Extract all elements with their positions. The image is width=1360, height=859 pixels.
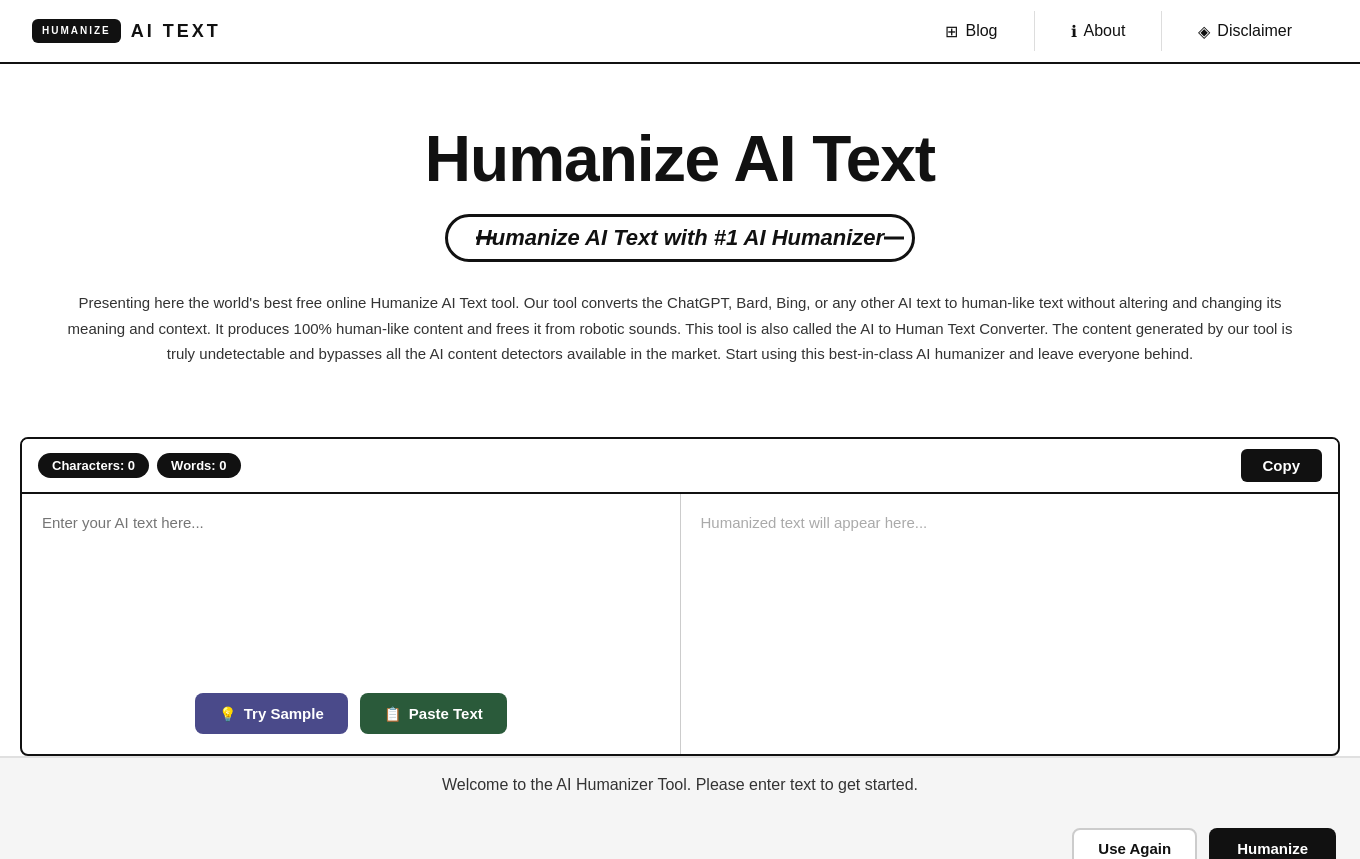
info-icon: [1071, 22, 1077, 41]
lightbulb-icon: [219, 705, 236, 722]
hero-subtitle: Humanize AI Text with #1 AI Humanizer: [476, 225, 884, 250]
tool-header: Characters: 0 Words: 0 Copy: [22, 439, 1338, 494]
tool-header-left: Characters: 0 Words: 0: [38, 453, 241, 478]
characters-badge: Characters: 0: [38, 453, 149, 478]
tool-left-actions: Try Sample Paste Text: [22, 681, 680, 754]
welcome-message: Welcome to the AI Humanizer Tool. Please…: [442, 776, 918, 793]
try-sample-button[interactable]: Try Sample: [195, 693, 348, 734]
logo-top-text: HUMANIZE: [42, 25, 111, 37]
tool-container: Characters: 0 Words: 0 Copy Try Sample P…: [20, 437, 1340, 756]
tool-columns: Try Sample Paste Text Humanized text wil…: [22, 494, 1338, 754]
nav-disclaimer-label: Disclaimer: [1217, 22, 1292, 40]
humanize-button[interactable]: Humanize: [1209, 828, 1336, 859]
nav-disclaimer[interactable]: Disclaimer: [1161, 11, 1328, 51]
clipboard-icon: [384, 705, 401, 722]
paste-text-label: Paste Text: [409, 705, 483, 722]
try-sample-label: Try Sample: [244, 705, 324, 722]
words-badge: Words: 0: [157, 453, 240, 478]
use-again-button[interactable]: Use Again: [1072, 828, 1197, 859]
bottom-bar: Use Again Humanize: [0, 812, 1360, 859]
tool-output-pane: Humanized text will appear here...: [681, 494, 1339, 754]
nav-blog-label: Blog: [965, 22, 997, 40]
welcome-bar: Welcome to the AI Humanizer Tool. Please…: [0, 756, 1360, 812]
hero-subtitle-wrapper: Humanize AI Text with #1 AI Humanizer: [445, 214, 915, 262]
grid-icon: [945, 22, 958, 41]
navbar: HUMANIZE AI TEXT Blog About Disclaimer: [0, 0, 1360, 64]
output-placeholder-text: Humanized text will appear here...: [681, 494, 1339, 551]
hero-section: Humanize AI Text Humanize AI Text with #…: [0, 64, 1360, 437]
nav-blog[interactable]: Blog: [909, 11, 1033, 51]
nav-about-label: About: [1084, 22, 1126, 40]
diamond-icon: [1198, 22, 1210, 41]
hero-title: Humanize AI Text: [20, 124, 1340, 194]
copy-button[interactable]: Copy: [1241, 449, 1323, 482]
nav-links: Blog About Disclaimer: [909, 11, 1328, 51]
ai-text-input[interactable]: [22, 494, 680, 681]
hero-description: Presenting here the world's best free on…: [40, 290, 1320, 367]
paste-text-button[interactable]: Paste Text: [360, 693, 507, 734]
logo[interactable]: HUMANIZE AI TEXT: [32, 19, 221, 43]
nav-about[interactable]: About: [1034, 11, 1162, 51]
logo-box: HUMANIZE: [32, 19, 121, 43]
tool-input-pane: Try Sample Paste Text: [22, 494, 681, 754]
logo-side-text: AI TEXT: [131, 21, 221, 42]
